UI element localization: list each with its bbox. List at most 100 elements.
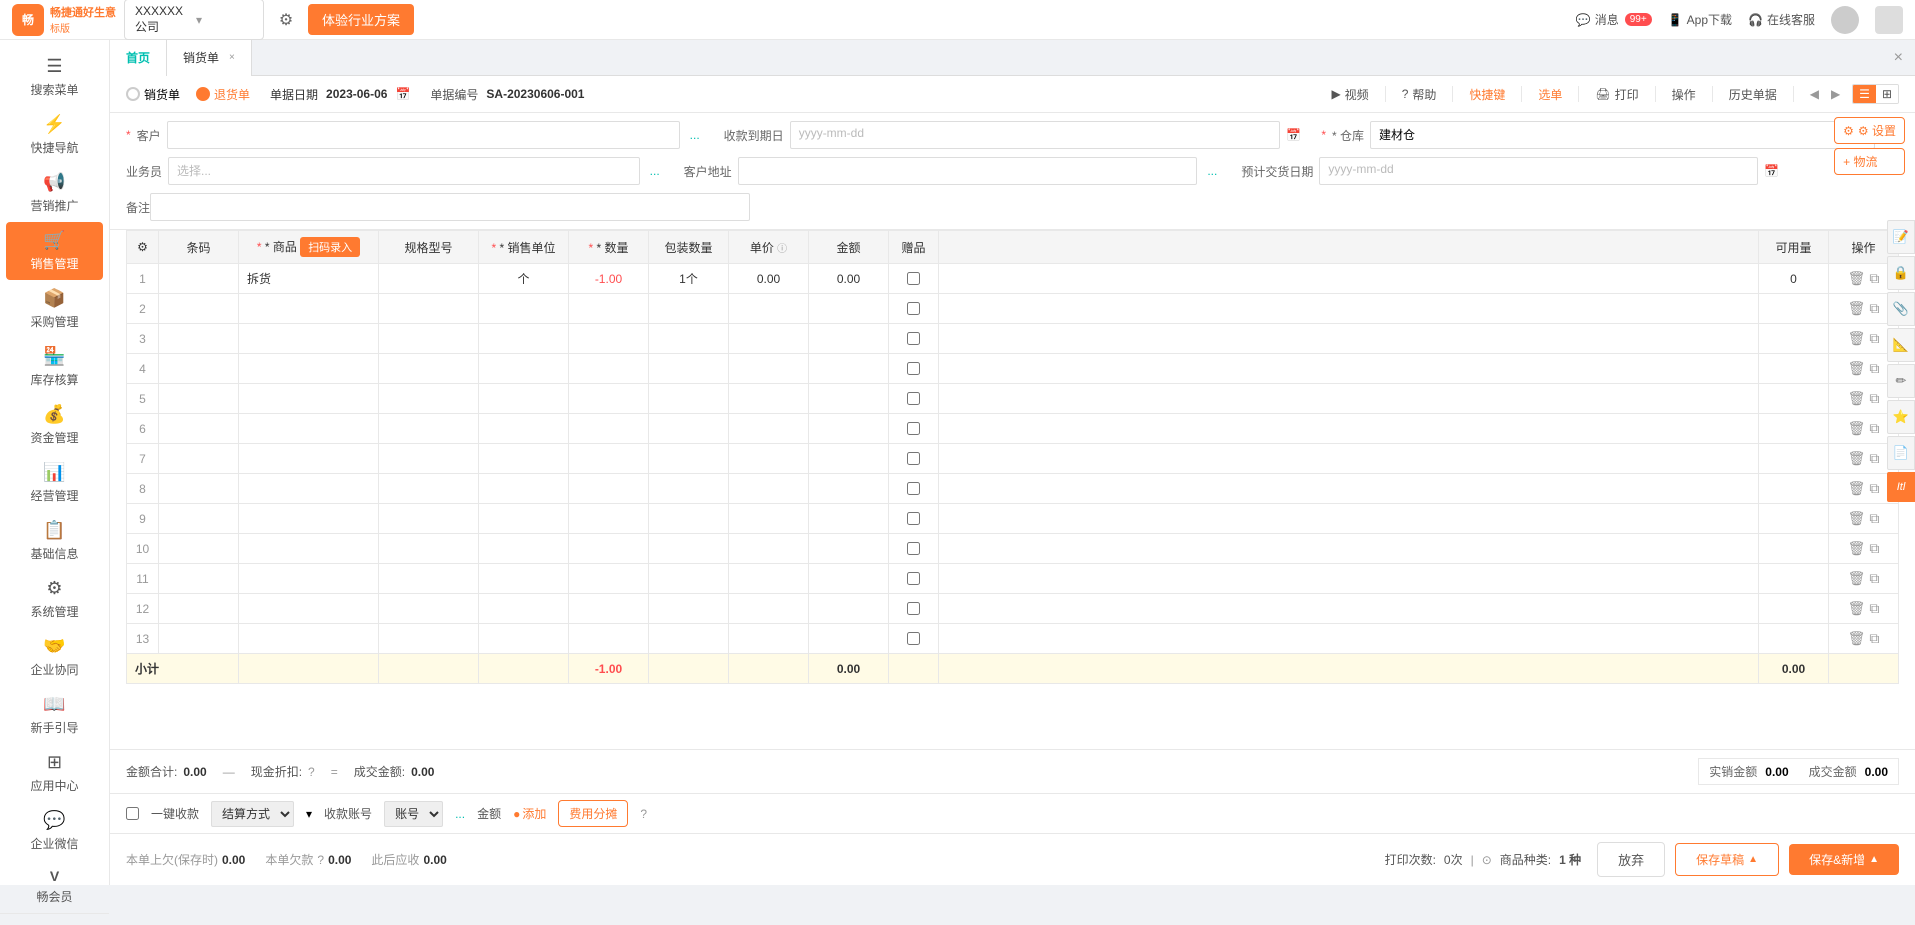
row-remarks-wide[interactable]	[939, 384, 1759, 414]
nav-prev-icon[interactable]: ◀	[1810, 87, 1819, 101]
row-product[interactable]	[239, 354, 379, 384]
row-unit[interactable]	[479, 324, 569, 354]
row-amount[interactable]	[809, 504, 889, 534]
row-amount[interactable]	[809, 384, 889, 414]
row-barcode[interactable]	[159, 534, 239, 564]
sidebar-item-search[interactable]: ☰ 搜索菜单	[0, 48, 109, 106]
row-product[interactable]	[239, 414, 379, 444]
expense-question-icon[interactable]: ?	[640, 807, 647, 821]
rfloat-btn-itl[interactable]: Itl	[1887, 472, 1915, 502]
sidebar-item-collab[interactable]: 🤝 企业协同	[0, 628, 109, 686]
row-unit[interactable]	[479, 354, 569, 384]
gift-checkbox[interactable]	[907, 332, 920, 345]
avatar[interactable]	[1831, 6, 1859, 34]
row-remarks-wide[interactable]	[939, 444, 1759, 474]
row-barcode[interactable]	[159, 594, 239, 624]
row-product[interactable]	[239, 474, 379, 504]
row-barcode[interactable]	[159, 264, 239, 294]
row-product[interactable]	[239, 564, 379, 594]
row-gift[interactable]	[889, 294, 939, 324]
copy-row-btn[interactable]: ⧉	[1869, 420, 1879, 437]
row-qty[interactable]	[569, 294, 649, 324]
gift-checkbox[interactable]	[907, 392, 920, 405]
delete-row-btn[interactable]: 🗑	[1848, 330, 1866, 347]
salesperson-dots[interactable]: ...	[646, 164, 664, 178]
row-pkg[interactable]	[649, 504, 729, 534]
row-pkg[interactable]	[649, 384, 729, 414]
one-click-checkbox[interactable]	[126, 807, 139, 820]
sidebar-item-wechat[interactable]: 💬 企业微信	[0, 802, 109, 860]
copy-row-btn[interactable]: ⧉	[1869, 330, 1879, 347]
sidebar-item-apps[interactable]: ⊞ 应用中心	[0, 744, 109, 802]
settings-form-btn[interactable]: ⚙ ⚙ 设置	[1834, 117, 1905, 144]
row-spec[interactable]	[379, 294, 479, 324]
row-pkg[interactable]	[649, 594, 729, 624]
copy-row-btn[interactable]: ⧉	[1869, 480, 1879, 497]
user-menu[interactable]	[1875, 6, 1903, 34]
row-unit[interactable]	[479, 474, 569, 504]
gift-checkbox[interactable]	[907, 542, 920, 555]
sidebar-item-guide[interactable]: 📖 新手引导	[0, 686, 109, 744]
row-remarks-wide[interactable]	[939, 324, 1759, 354]
row-barcode[interactable]	[159, 324, 239, 354]
row-product[interactable]	[239, 384, 379, 414]
row-unit[interactable]	[479, 384, 569, 414]
row-unit[interactable]: 个	[479, 264, 569, 294]
rfloat-btn-6[interactable]: ⭐	[1887, 400, 1915, 434]
copy-row-btn[interactable]: ⧉	[1869, 390, 1879, 407]
row-spec[interactable]	[379, 384, 479, 414]
copy-row-btn[interactable]: ⧉	[1869, 300, 1879, 317]
delete-row-btn[interactable]: 🗑	[1848, 540, 1866, 557]
gift-checkbox[interactable]	[907, 572, 920, 585]
row-product[interactable]	[239, 294, 379, 324]
row-gift[interactable]	[889, 624, 939, 654]
row-gift[interactable]	[889, 564, 939, 594]
video-btn[interactable]: ▶ 视频	[1331, 86, 1368, 103]
save-new-button[interactable]: 保存&新增 ▲	[1789, 844, 1899, 875]
row-price[interactable]	[729, 504, 809, 534]
scan-button[interactable]: 扫码录入	[300, 237, 360, 257]
row-remarks-wide[interactable]	[939, 564, 1759, 594]
row-barcode[interactable]	[159, 624, 239, 654]
row-pkg[interactable]: 1个	[649, 264, 729, 294]
radio-sale[interactable]: 销货单	[126, 86, 180, 103]
sidebar-item-purchase[interactable]: 📦 采购管理	[0, 280, 109, 338]
row-qty[interactable]	[569, 564, 649, 594]
row-gift[interactable]	[889, 504, 939, 534]
row-pkg[interactable]	[649, 444, 729, 474]
row-spec[interactable]	[379, 414, 479, 444]
gift-checkbox[interactable]	[907, 482, 920, 495]
row-product[interactable]: 拆货	[239, 264, 379, 294]
row-remarks-wide[interactable]	[939, 354, 1759, 384]
row-price[interactable]	[729, 624, 809, 654]
sidebar-item-sales[interactable]: 🛒 销售管理	[6, 222, 103, 280]
row-pkg[interactable]	[649, 624, 729, 654]
row-unit[interactable]	[479, 444, 569, 474]
row-remarks-wide[interactable]	[939, 624, 1759, 654]
app-download-btn[interactable]: 📱 App下载	[1668, 11, 1732, 28]
row-pkg[interactable]	[649, 534, 729, 564]
row-amount[interactable]	[809, 564, 889, 594]
expected-date-calendar-icon[interactable]: 📅	[1764, 164, 1779, 178]
rfloat-btn-7[interactable]: 📄	[1887, 436, 1915, 470]
row-spec[interactable]	[379, 264, 479, 294]
row-spec[interactable]	[379, 624, 479, 654]
gift-checkbox[interactable]	[907, 422, 920, 435]
payment-due-calendar-icon[interactable]: 📅	[1286, 128, 1301, 142]
row-spec[interactable]	[379, 564, 479, 594]
row-amount[interactable]	[809, 324, 889, 354]
save-draft-button[interactable]: 保存草稿 ▲	[1675, 843, 1779, 876]
delete-row-btn[interactable]: 🗑	[1848, 600, 1866, 617]
customer-dots[interactable]: ...	[686, 128, 704, 142]
row-barcode[interactable]	[159, 354, 239, 384]
sidebar-item-basic[interactable]: 📋 基础信息	[0, 512, 109, 570]
row-amount[interactable]	[809, 354, 889, 384]
delete-row-btn[interactable]: 🗑	[1848, 510, 1866, 527]
row-amount[interactable]	[809, 294, 889, 324]
select-btn[interactable]: 选单	[1538, 86, 1562, 103]
row-unit[interactable]	[479, 624, 569, 654]
warehouse-input[interactable]: 建材仓	[1370, 121, 1875, 149]
row-unit[interactable]	[479, 534, 569, 564]
gift-checkbox[interactable]	[907, 632, 920, 645]
row-product[interactable]	[239, 504, 379, 534]
